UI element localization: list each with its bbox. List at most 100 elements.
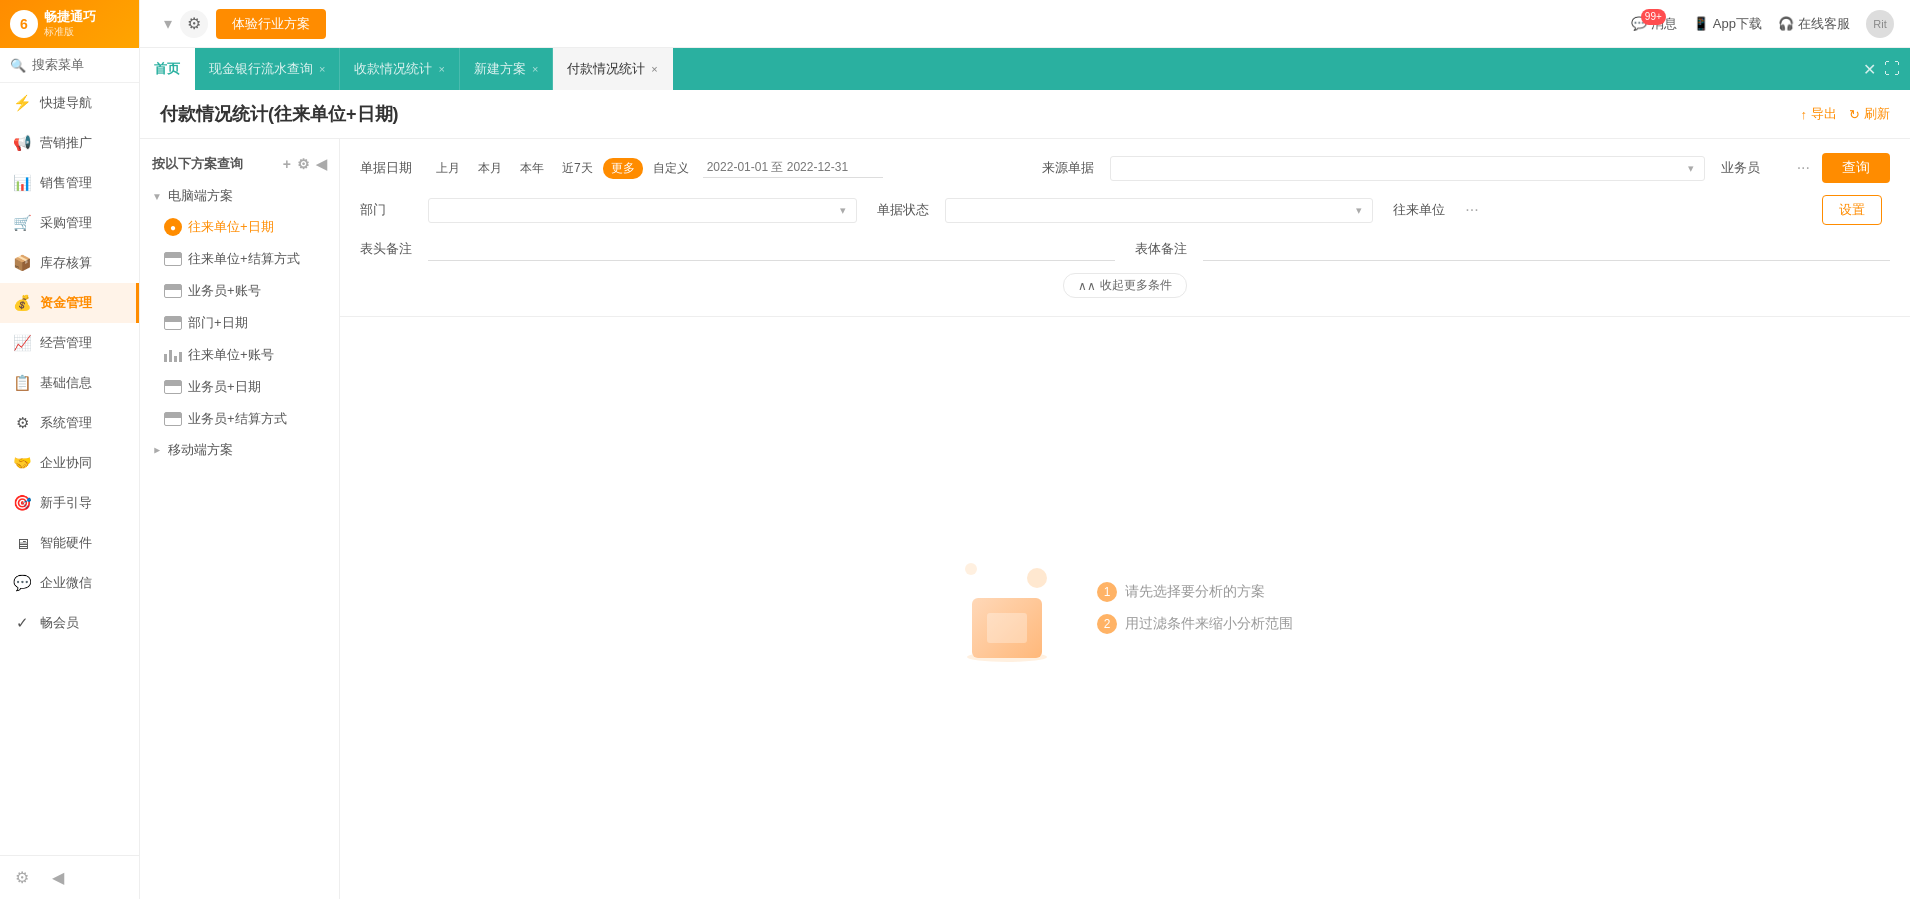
tab-maximize-btn[interactable]: ⛶: [1884, 60, 1900, 78]
sidebar-item-label-capital: 资金管理: [40, 294, 92, 312]
profile-dropdown-icon[interactable]: ▾: [164, 14, 172, 33]
sidebar-item-quick-nav[interactable]: ⚡ 快捷导航: [0, 83, 139, 123]
sidebar-item-enterprise[interactable]: 🤝企业协同: [0, 443, 139, 483]
date-last-month-btn[interactable]: 上月: [428, 158, 468, 179]
scheme-panel-header: 按以下方案查询 + ⚙ ◀: [140, 147, 339, 181]
scheme-item-1[interactable]: 往来单位+结算方式: [140, 243, 339, 275]
header-note-label: 表头备注: [360, 240, 420, 258]
doc-status-select[interactable]: ▾: [945, 198, 1374, 223]
headset-icon: 🎧: [1778, 16, 1794, 31]
export-btn[interactable]: ↑ 导出: [1801, 105, 1838, 123]
tab-receipts-close[interactable]: ×: [438, 63, 444, 75]
date-this-year-btn[interactable]: 本年: [512, 158, 552, 179]
scheme-settings-btn[interactable]: ⚙: [297, 156, 310, 172]
sidebar-item-label-vip: 畅会员: [40, 614, 79, 632]
scheme-item-5[interactable]: 业务员+日期: [140, 371, 339, 403]
mobile-group-arrow-icon: ▼: [151, 445, 162, 455]
sidebar-item-label-sales: 销售管理: [40, 174, 92, 192]
salesman-label: 业务员: [1721, 159, 1781, 177]
sidebar-item-label-hardware: 智能硬件: [40, 534, 92, 552]
operation-icon: 📈: [12, 333, 32, 353]
scheme-group-mobile: ▼ 移动端方案: [140, 435, 339, 465]
sidebar-item-label-wechat: 企业微信: [40, 574, 92, 592]
counterparty-more-btn[interactable]: ···: [1461, 201, 1482, 219]
sidebar-item-guide[interactable]: 🎯新手引导: [0, 483, 139, 523]
scheme-add-btn[interactable]: +: [283, 156, 291, 172]
notifications-btn[interactable]: 💬 消息 99+: [1631, 15, 1677, 33]
sidebar-item-label-quick-nav: 快捷导航: [40, 94, 92, 112]
dept-select[interactable]: ▾: [428, 198, 857, 223]
scheme-item-6[interactable]: 业务员+结算方式: [140, 403, 339, 435]
date-7days-btn[interactable]: 近7天: [554, 158, 601, 179]
sidebar-item-purchase[interactable]: 🛒采购管理: [0, 203, 139, 243]
date-range-input[interactable]: [703, 159, 883, 178]
sidebar-item-label-inventory: 库存核算: [40, 254, 92, 272]
tab-cashflow[interactable]: 现金银行流水查询 ×: [195, 48, 340, 90]
app-download-btn[interactable]: 📱 App下载: [1693, 15, 1762, 33]
scheme-collapse-btn[interactable]: ◀: [316, 156, 327, 172]
trial-industry-btn[interactable]: 体验行业方案: [216, 9, 326, 39]
tab-receipts[interactable]: 收款情况统计 ×: [340, 48, 459, 90]
scheme-item-icon-2: [164, 284, 182, 298]
topbar-settings-btn[interactable]: ⚙: [180, 10, 208, 38]
tab-cashflow-close[interactable]: ×: [319, 63, 325, 75]
sidebar-header: 6 畅捷通巧 标准版: [0, 0, 139, 48]
sidebar-item-system[interactable]: ⚙系统管理: [0, 403, 139, 443]
tab-new-scheme-close[interactable]: ×: [532, 63, 538, 75]
user-avatar[interactable]: Rit: [1866, 10, 1894, 38]
date-label: 单据日期: [360, 159, 420, 177]
vip-icon: ✓: [12, 613, 32, 633]
sidebar-item-capital[interactable]: 💰资金管理: [0, 283, 139, 323]
scheme-item-0[interactable]: ● 往来单位+日期: [140, 211, 339, 243]
date-more-btn[interactable]: 更多: [603, 158, 643, 179]
scheme-group-mobile-header[interactable]: ▼ 移动端方案: [140, 435, 339, 465]
tab-payments[interactable]: 付款情况统计 ×: [553, 48, 672, 90]
collapse-more-btn[interactable]: ∧∧ 收起更多条件: [1063, 273, 1187, 298]
tab-payments-close[interactable]: ×: [651, 63, 657, 75]
source-select[interactable]: ▾: [1110, 156, 1704, 181]
scheme-item-4[interactable]: 往来单位+账号: [140, 339, 339, 371]
page-title: 付款情况统计(往来单位+日期): [160, 102, 399, 126]
settings-footer-icon[interactable]: ⚙: [10, 866, 34, 890]
sidebar-item-hardware[interactable]: 🖥智能硬件: [0, 523, 139, 563]
sidebar-item-label-basic: 基础信息: [40, 374, 92, 392]
collapse-icon: ∧∧: [1078, 279, 1096, 293]
date-custom-btn[interactable]: 自定义: [645, 158, 697, 179]
empty-hint: 1 请先选择要分析的方案 2 用过滤条件来缩小分析范围: [1097, 582, 1293, 634]
tab-home[interactable]: 首页: [140, 48, 195, 90]
sidebar-item-sales[interactable]: 📊销售管理: [0, 163, 139, 203]
collapse-footer-icon[interactable]: ◀: [46, 866, 70, 890]
salesman-more-btn[interactable]: ···: [1793, 159, 1814, 177]
topbar-right: 💬 消息 99+ 📱 App下载 🎧 在线客服 Rit: [1631, 10, 1894, 38]
settings-btn[interactable]: 设置: [1822, 195, 1882, 225]
search-menu[interactable]: 🔍 搜索菜单: [0, 48, 139, 83]
sidebar-item-vip[interactable]: ✓ 畅会员: [0, 603, 139, 643]
sidebar-item-operation[interactable]: 📈经营管理: [0, 323, 139, 363]
query-btn[interactable]: 查询: [1822, 153, 1890, 183]
filter-area: 单据日期 上月 本月 本年 近7天 更多 自定义 来源单据: [340, 139, 1910, 317]
tab-new-scheme[interactable]: 新建方案 ×: [460, 48, 553, 90]
source-dropdown-icon: ▾: [1688, 162, 1694, 175]
body-wrap: 按以下方案查询 + ⚙ ◀ ▼ 电脑端方案 ● 往来单位+日期: [140, 139, 1910, 899]
topbar: ▾ ⚙ 体验行业方案 💬 消息 99+ 📱 App下载 🎧 在线客服 Rit: [140, 0, 1910, 48]
page-header: 付款情况统计(往来单位+日期) ↑ 导出 ↻ 刷新: [140, 90, 1910, 139]
sidebar-item-basic[interactable]: 📋基础信息: [0, 363, 139, 403]
online-service-btn[interactable]: 🎧 在线客服: [1778, 15, 1850, 33]
header-note-input[interactable]: [428, 237, 1115, 261]
inventory-icon: 📦: [12, 253, 32, 273]
sidebar-item-inventory[interactable]: 📦 库存核算: [0, 243, 139, 283]
quick-nav-icon: ⚡: [12, 93, 32, 113]
scheme-item-3[interactable]: 部门+日期: [140, 307, 339, 339]
tab-close-all-btn[interactable]: ✕: [1863, 60, 1876, 79]
search-icon: 🔍: [10, 58, 26, 73]
content-area: 付款情况统计(往来单位+日期) ↑ 导出 ↻ 刷新 按以下方案查询 +: [140, 90, 1910, 899]
sidebar-item-marketing[interactable]: 📢营销推广: [0, 123, 139, 163]
scheme-group-pc-header[interactable]: ▼ 电脑端方案: [140, 181, 339, 211]
sidebar-item-wechat[interactable]: 💬企业微信: [0, 563, 139, 603]
sidebar-nav: ⚡ 快捷导航 📢营销推广📊销售管理🛒采购管理 📦 库存核算 💰资金管理📈经营管理📋基础信息…: [0, 83, 139, 855]
topbar-left: ▾ ⚙ 体验行业方案: [156, 9, 1619, 39]
body-note-input[interactable]: [1203, 237, 1890, 261]
scheme-item-2[interactable]: 业务员+账号: [140, 275, 339, 307]
refresh-btn[interactable]: ↻ 刷新: [1849, 105, 1890, 123]
date-this-month-btn[interactable]: 本月: [470, 158, 510, 179]
